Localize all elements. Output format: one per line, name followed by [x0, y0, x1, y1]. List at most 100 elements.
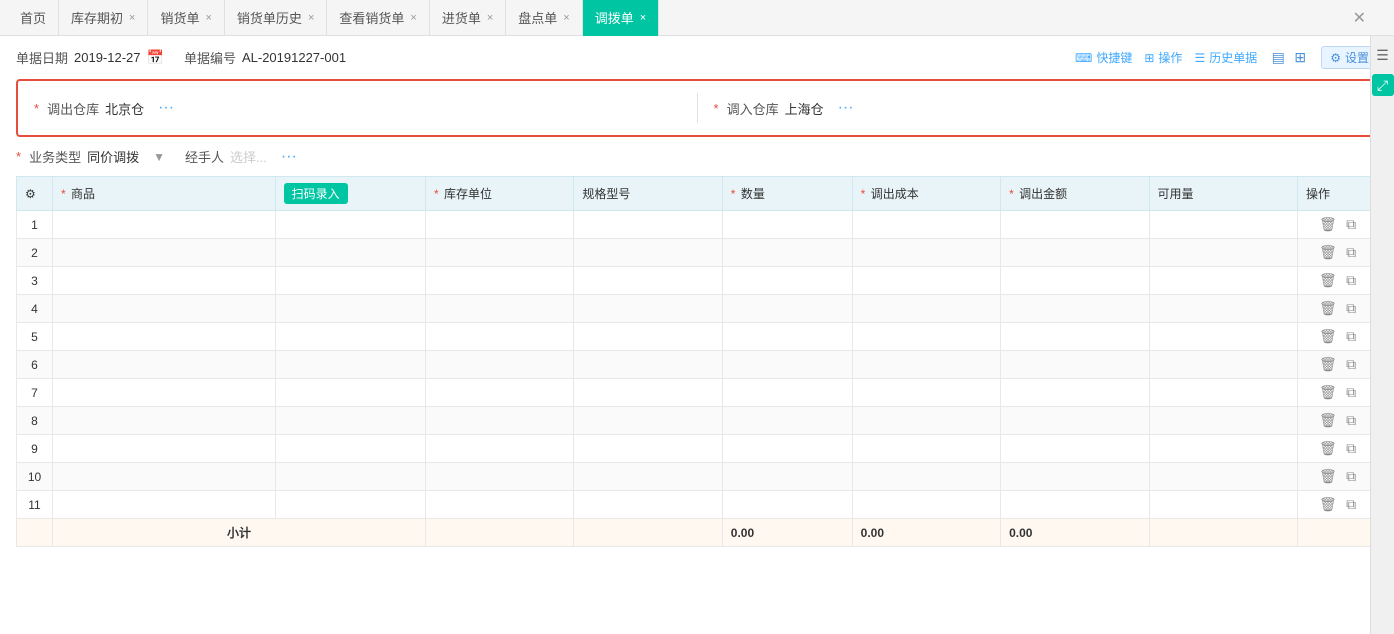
row-product[interactable] [53, 435, 276, 463]
row-product[interactable] [53, 407, 276, 435]
copy-icon[interactable]: ⧉ [1346, 440, 1356, 456]
tab-close-inventory[interactable]: × [563, 12, 569, 24]
transfer-in-more-button[interactable]: ··· [838, 99, 854, 117]
row-qty[interactable] [722, 379, 852, 407]
row-cost[interactable] [852, 211, 1000, 239]
tab-inventory[interactable]: 盘点单 × [506, 0, 582, 36]
row-qty[interactable] [722, 295, 852, 323]
row-qty[interactable] [722, 351, 852, 379]
delete-icon[interactable]: 🗑 [1319, 328, 1337, 344]
row-spec[interactable] [574, 267, 722, 295]
row-cost[interactable] [852, 351, 1000, 379]
transfer-out-value[interactable]: 北京仓 [105, 99, 144, 118]
delete-icon[interactable]: 🗑 [1319, 244, 1337, 260]
delete-icon[interactable]: 🗑 [1319, 300, 1337, 316]
row-qty[interactable] [722, 407, 852, 435]
row-qty[interactable] [722, 239, 852, 267]
row-product[interactable] [53, 463, 276, 491]
delete-icon[interactable]: 🗑 [1319, 216, 1337, 232]
row-amount[interactable] [1001, 435, 1149, 463]
tab-close-view-sales[interactable]: × [410, 12, 416, 24]
row-qty[interactable] [722, 435, 852, 463]
copy-icon[interactable]: ⧉ [1346, 384, 1356, 400]
row-qty[interactable] [722, 267, 852, 295]
row-cost[interactable] [852, 323, 1000, 351]
row-amount[interactable] [1001, 211, 1149, 239]
row-amount[interactable] [1001, 239, 1149, 267]
operate-button[interactable]: ⊞ 操作 [1144, 49, 1182, 66]
tab-close-sales-history[interactable]: × [308, 12, 314, 24]
row-spec[interactable] [574, 463, 722, 491]
delete-icon[interactable]: 🗑 [1319, 468, 1337, 484]
delete-icon[interactable]: 🗑 [1319, 272, 1337, 288]
copy-icon[interactable]: ⧉ [1346, 496, 1356, 512]
row-cost[interactable] [852, 267, 1000, 295]
row-cost[interactable] [852, 407, 1000, 435]
copy-icon[interactable]: ⧉ [1346, 272, 1356, 288]
row-amount[interactable] [1001, 351, 1149, 379]
copy-icon[interactable]: ⧉ [1346, 216, 1356, 232]
delete-icon[interactable]: 🗑 [1319, 384, 1337, 400]
business-type-dropdown-icon[interactable]: ▼ [153, 150, 165, 164]
row-qty[interactable] [722, 491, 852, 519]
row-unit[interactable] [425, 295, 573, 323]
row-spec[interactable] [574, 295, 722, 323]
transfer-in-value[interactable]: 上海仓 [785, 99, 824, 118]
tab-home[interactable]: 首页 [8, 0, 59, 36]
copy-icon[interactable]: ⧉ [1346, 412, 1356, 428]
row-spec[interactable] [574, 239, 722, 267]
layout-list-icon[interactable]: ▤ [1269, 49, 1287, 67]
row-amount[interactable] [1001, 407, 1149, 435]
row-unit[interactable] [425, 491, 573, 519]
date-value[interactable]: 2019-12-27 [74, 50, 141, 65]
row-spec[interactable] [574, 435, 722, 463]
row-unit[interactable] [425, 463, 573, 491]
row-amount[interactable] [1001, 295, 1149, 323]
row-qty[interactable] [722, 323, 852, 351]
transfer-out-more-button[interactable]: ··· [158, 99, 174, 117]
row-unit[interactable] [425, 323, 573, 351]
row-cost[interactable] [852, 435, 1000, 463]
row-product[interactable] [53, 211, 276, 239]
row-amount[interactable] [1001, 267, 1149, 295]
history-button[interactable]: ☰ 历史单据 [1194, 49, 1257, 66]
sidebar-expand-icon[interactable]: ⤢ [1372, 74, 1394, 96]
row-product[interactable] [53, 295, 276, 323]
delete-icon[interactable]: 🗑 [1319, 356, 1337, 372]
business-type-value[interactable]: 同价调拨 [87, 147, 139, 166]
delete-icon[interactable]: 🗑 [1319, 440, 1337, 456]
tab-close-purchase[interactable]: × [487, 12, 493, 24]
row-qty[interactable] [722, 463, 852, 491]
delete-icon[interactable]: 🗑 [1319, 412, 1337, 428]
tab-purchase[interactable]: 进货单 × [430, 0, 506, 36]
row-cost[interactable] [852, 295, 1000, 323]
row-cost[interactable] [852, 463, 1000, 491]
row-unit[interactable] [425, 267, 573, 295]
th-gear[interactable]: ⚙ [17, 177, 53, 211]
tab-sales-history[interactable]: 销货单历史 × [225, 0, 327, 36]
row-amount[interactable] [1001, 379, 1149, 407]
delete-icon[interactable]: 🗑 [1319, 496, 1337, 512]
row-cost[interactable] [852, 379, 1000, 407]
copy-icon[interactable]: ⧉ [1346, 328, 1356, 344]
sidebar-note-icon[interactable]: ☰ [1372, 44, 1394, 66]
tab-view-sales[interactable]: 查看销货单 × [327, 0, 429, 36]
row-qty[interactable] [722, 211, 852, 239]
row-unit[interactable] [425, 379, 573, 407]
copy-icon[interactable]: ⧉ [1346, 356, 1356, 372]
row-unit[interactable] [425, 239, 573, 267]
row-spec[interactable] [574, 351, 722, 379]
row-cost[interactable] [852, 491, 1000, 519]
tab-close-sales[interactable]: × [205, 12, 211, 24]
row-amount[interactable] [1001, 463, 1149, 491]
copy-icon[interactable]: ⧉ [1346, 244, 1356, 260]
calendar-icon[interactable]: 📅 [147, 49, 164, 66]
shortcut-button[interactable]: ⌨ 快捷键 [1075, 49, 1132, 66]
tab-sales[interactable]: 销货单 × [148, 0, 224, 36]
tab-stock-init[interactable]: 库存期初 × [59, 0, 148, 36]
row-product[interactable] [53, 491, 276, 519]
row-spec[interactable] [574, 407, 722, 435]
tab-close-stock-init[interactable]: × [129, 12, 135, 24]
scan-button[interactable]: 扫码录入 [284, 183, 348, 204]
row-amount[interactable] [1001, 323, 1149, 351]
